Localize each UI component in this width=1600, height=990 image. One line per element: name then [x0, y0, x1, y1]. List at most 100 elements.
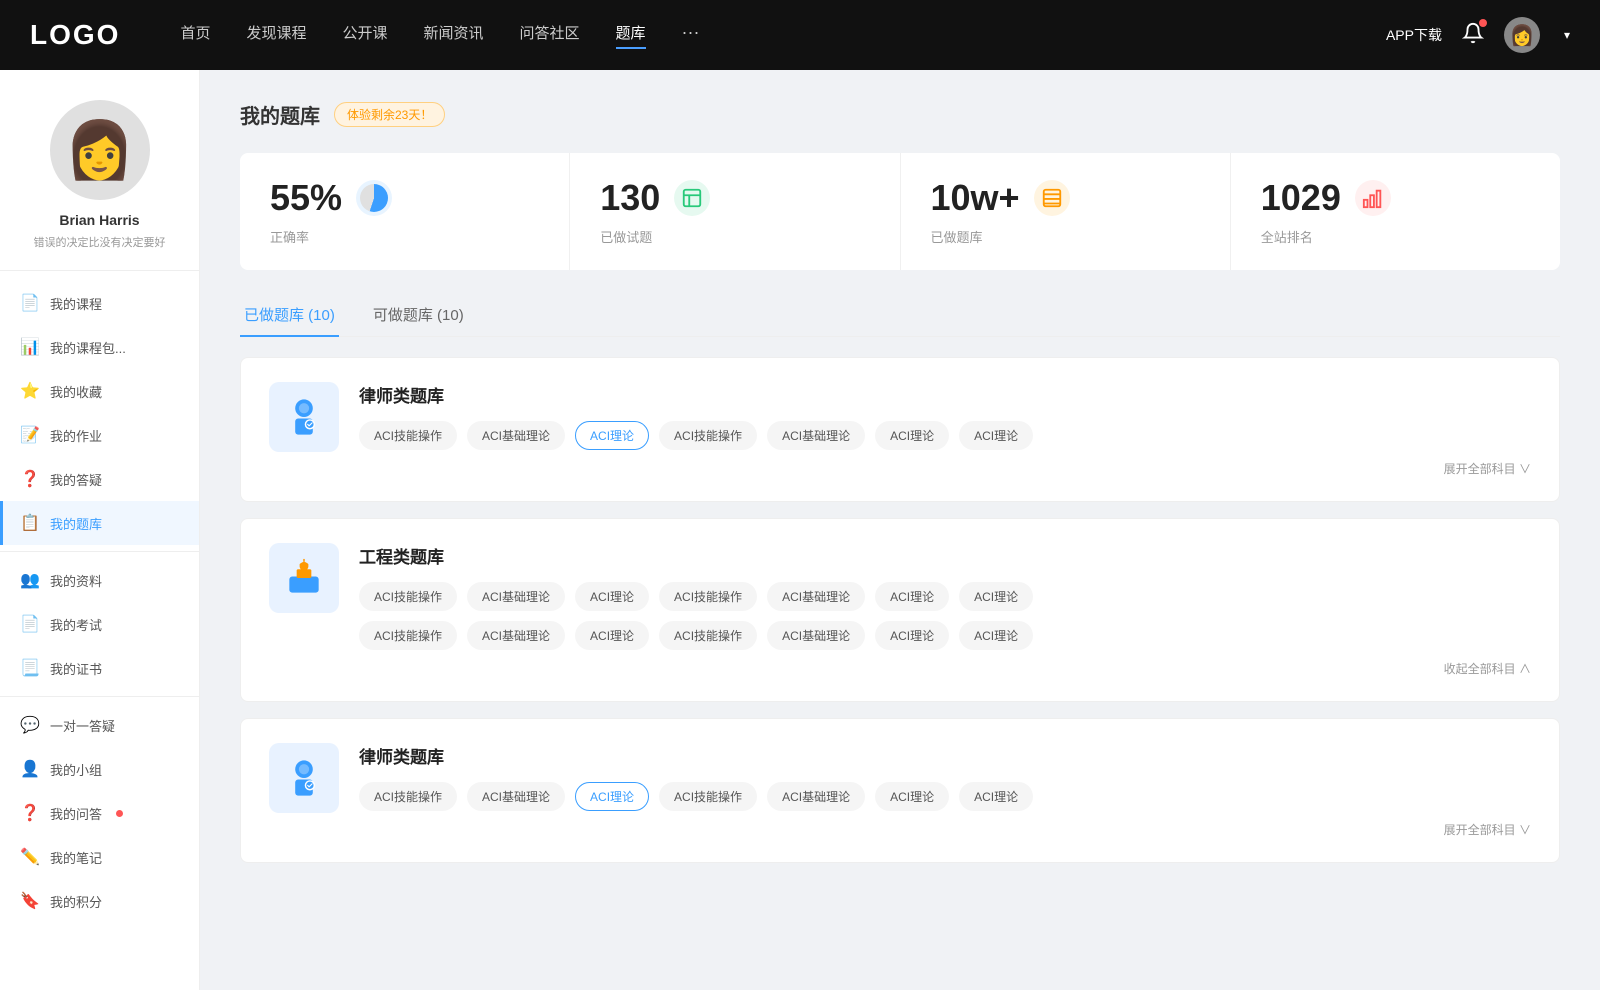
- sidebar-item-label: 我的作业: [50, 426, 102, 445]
- tag-1-3[interactable]: ACI技能操作: [659, 421, 757, 450]
- sidebar-item-my-questions[interactable]: ❓ 我的问答: [0, 791, 199, 835]
- user-menu-chevron[interactable]: ▾: [1564, 28, 1570, 42]
- qbank-card-2: 工程类题库 ACI技能操作 ACI基础理论 ACI理论 ACI技能操作 ACI基…: [240, 518, 1560, 702]
- sidebar-item-label: 我的课程: [50, 294, 102, 313]
- homework-icon: 📝: [20, 425, 38, 445]
- stat-done-banks: 10w+ 已做题库: [901, 153, 1231, 270]
- tag-2-13[interactable]: ACI理论: [959, 621, 1033, 650]
- sidebar-item-course-packages[interactable]: 📊 我的课程包...: [0, 325, 199, 369]
- page-header: 我的题库 体验剩余23天！: [240, 100, 1560, 129]
- sidebar-item-label: 我的积分: [50, 892, 102, 911]
- sidebar-item-label: 我的证书: [50, 659, 102, 678]
- nav-open-course[interactable]: 公开课: [342, 22, 387, 49]
- tag-2-11[interactable]: ACI基础理论: [767, 621, 865, 650]
- expand-link-3[interactable]: 展开全部科目 ∨: [359, 821, 1531, 838]
- sidebar-username: Brian Harris: [59, 212, 139, 228]
- avatar[interactable]: 👩: [1504, 17, 1540, 53]
- expand-link-1[interactable]: 展开全部科目 ∨: [359, 460, 1531, 477]
- page-title: 我的题库: [240, 100, 320, 129]
- nav-more[interactable]: ···: [682, 22, 700, 49]
- qbank-tabs: 已做题库 (10) 可做题库 (10): [240, 294, 1560, 337]
- sidebar-item-qa[interactable]: ❓ 我的答疑: [0, 457, 199, 501]
- nav-news[interactable]: 新闻资讯: [424, 22, 484, 49]
- tag-2-0[interactable]: ACI技能操作: [359, 582, 457, 611]
- tag-3-1[interactable]: ACI基础理论: [467, 782, 565, 811]
- sidebar-item-one-on-one[interactable]: 💬 一对一答疑: [0, 703, 199, 747]
- sidebar-item-points[interactable]: 🔖 我的积分: [0, 879, 199, 923]
- sidebar-item-certificates[interactable]: 📃 我的证书: [0, 646, 199, 690]
- nav-questions[interactable]: 题库: [616, 22, 646, 49]
- tag-2-12[interactable]: ACI理论: [875, 621, 949, 650]
- sidebar-item-label: 我的课程包...: [50, 338, 126, 357]
- tag-3-2[interactable]: ACI理论: [575, 782, 649, 811]
- sidebar-item-label: 我的资料: [50, 571, 102, 590]
- qbank-icon-engineer: [269, 543, 339, 613]
- stat-accuracy: 55% 正确率: [240, 153, 570, 270]
- qa-icon: ❓: [20, 469, 38, 489]
- tag-2-8[interactable]: ACI基础理论: [467, 621, 565, 650]
- pie-chart-icon: [360, 184, 388, 212]
- tag-1-6[interactable]: ACI理论: [959, 421, 1033, 450]
- sidebar-item-my-courses[interactable]: 📄 我的课程: [0, 281, 199, 325]
- tag-2-4[interactable]: ACI基础理论: [767, 582, 865, 611]
- tag-2-5[interactable]: ACI理论: [875, 582, 949, 611]
- tag-3-6[interactable]: ACI理论: [959, 782, 1033, 811]
- stat-rank-label: 全站排名: [1261, 227, 1530, 246]
- done-questions-icon: [674, 180, 710, 216]
- tag-2-3[interactable]: ACI技能操作: [659, 582, 757, 611]
- tags-row-3: ACI技能操作 ACI基础理论 ACI理论 ACI技能操作 ACI基础理论 AC…: [359, 782, 1531, 811]
- tab-done-banks[interactable]: 已做题库 (10): [240, 294, 339, 337]
- tag-1-5[interactable]: ACI理论: [875, 421, 949, 450]
- sidebar-item-profile[interactable]: 👥 我的资料: [0, 558, 199, 602]
- trial-badge: 体验剩余23天！: [334, 102, 445, 127]
- tag-2-7[interactable]: ACI技能操作: [359, 621, 457, 650]
- tag-2-1[interactable]: ACI基础理论: [467, 582, 565, 611]
- stat-done-banks-value: 10w+: [931, 177, 1020, 219]
- tags-row-1: ACI技能操作 ACI基础理论 ACI理论 ACI技能操作 ACI基础理论 AC…: [359, 421, 1531, 450]
- sidebar-item-homework[interactable]: 📝 我的作业: [0, 413, 199, 457]
- nav-discover[interactable]: 发现课程: [246, 22, 306, 49]
- nav-qa[interactable]: 问答社区: [520, 22, 580, 49]
- rank-icon: [1355, 180, 1391, 216]
- qbank-title-2: 工程类题库: [359, 543, 1531, 568]
- tag-1-1[interactable]: ACI基础理论: [467, 421, 565, 450]
- qbank-icon-lawyer-1: [269, 382, 339, 452]
- tag-2-6[interactable]: ACI理论: [959, 582, 1033, 611]
- tag-3-3[interactable]: ACI技能操作: [659, 782, 757, 811]
- sidebar-motto: 错误的决定比没有决定要好: [34, 234, 166, 250]
- nav-right: APP下载 👩 ▾: [1386, 17, 1570, 53]
- tag-2-9[interactable]: ACI理论: [575, 621, 649, 650]
- nav-links: 首页 发现课程 公开课 新闻资讯 问答社区 题库 ···: [180, 22, 1386, 49]
- tag-1-2[interactable]: ACI理论: [575, 421, 649, 450]
- sidebar-item-question-bank[interactable]: 📋 我的题库: [0, 501, 199, 545]
- nav-home[interactable]: 首页: [180, 22, 210, 49]
- notification-bell[interactable]: [1462, 22, 1484, 49]
- tag-3-5[interactable]: ACI理论: [875, 782, 949, 811]
- one-on-one-icon: 💬: [20, 715, 38, 735]
- tag-3-4[interactable]: ACI基础理论: [767, 782, 865, 811]
- sidebar-item-label: 我的问答: [50, 804, 102, 823]
- tab-available-banks[interactable]: 可做题库 (10): [369, 294, 468, 337]
- app-download-button[interactable]: APP下载: [1386, 25, 1442, 45]
- sidebar-item-groups[interactable]: 👤 我的小组: [0, 747, 199, 791]
- sidebar-menu: 📄 我的课程 📊 我的课程包... ⭐ 我的收藏 📝 我的作业 ❓ 我的答疑 📋: [0, 271, 199, 933]
- sidebar-divider: [0, 551, 199, 552]
- stat-done-questions-label: 已做试题: [600, 227, 869, 246]
- favorites-icon: ⭐: [20, 381, 38, 401]
- tag-1-4[interactable]: ACI基础理论: [767, 421, 865, 450]
- qbank-icon-lawyer-3: [269, 743, 339, 813]
- sidebar-item-notes[interactable]: ✏️ 我的笔记: [0, 835, 199, 879]
- points-icon: 🔖: [20, 891, 38, 911]
- tag-3-0[interactable]: ACI技能操作: [359, 782, 457, 811]
- tag-2-10[interactable]: ACI技能操作: [659, 621, 757, 650]
- sidebar-item-exams[interactable]: 📄 我的考试: [0, 602, 199, 646]
- stat-done-questions-value: 130: [600, 177, 660, 219]
- questions-notification-dot: [116, 810, 123, 817]
- sidebar-item-label: 我的考试: [50, 615, 102, 634]
- tag-2-2[interactable]: ACI理论: [575, 582, 649, 611]
- sidebar-item-favorites[interactable]: ⭐ 我的收藏: [0, 369, 199, 413]
- expand-link-2[interactable]: 收起全部科目 ∧: [359, 660, 1531, 677]
- sidebar-item-label: 我的小组: [50, 760, 102, 779]
- course-packages-icon: 📊: [20, 337, 38, 357]
- tag-1-0[interactable]: ACI技能操作: [359, 421, 457, 450]
